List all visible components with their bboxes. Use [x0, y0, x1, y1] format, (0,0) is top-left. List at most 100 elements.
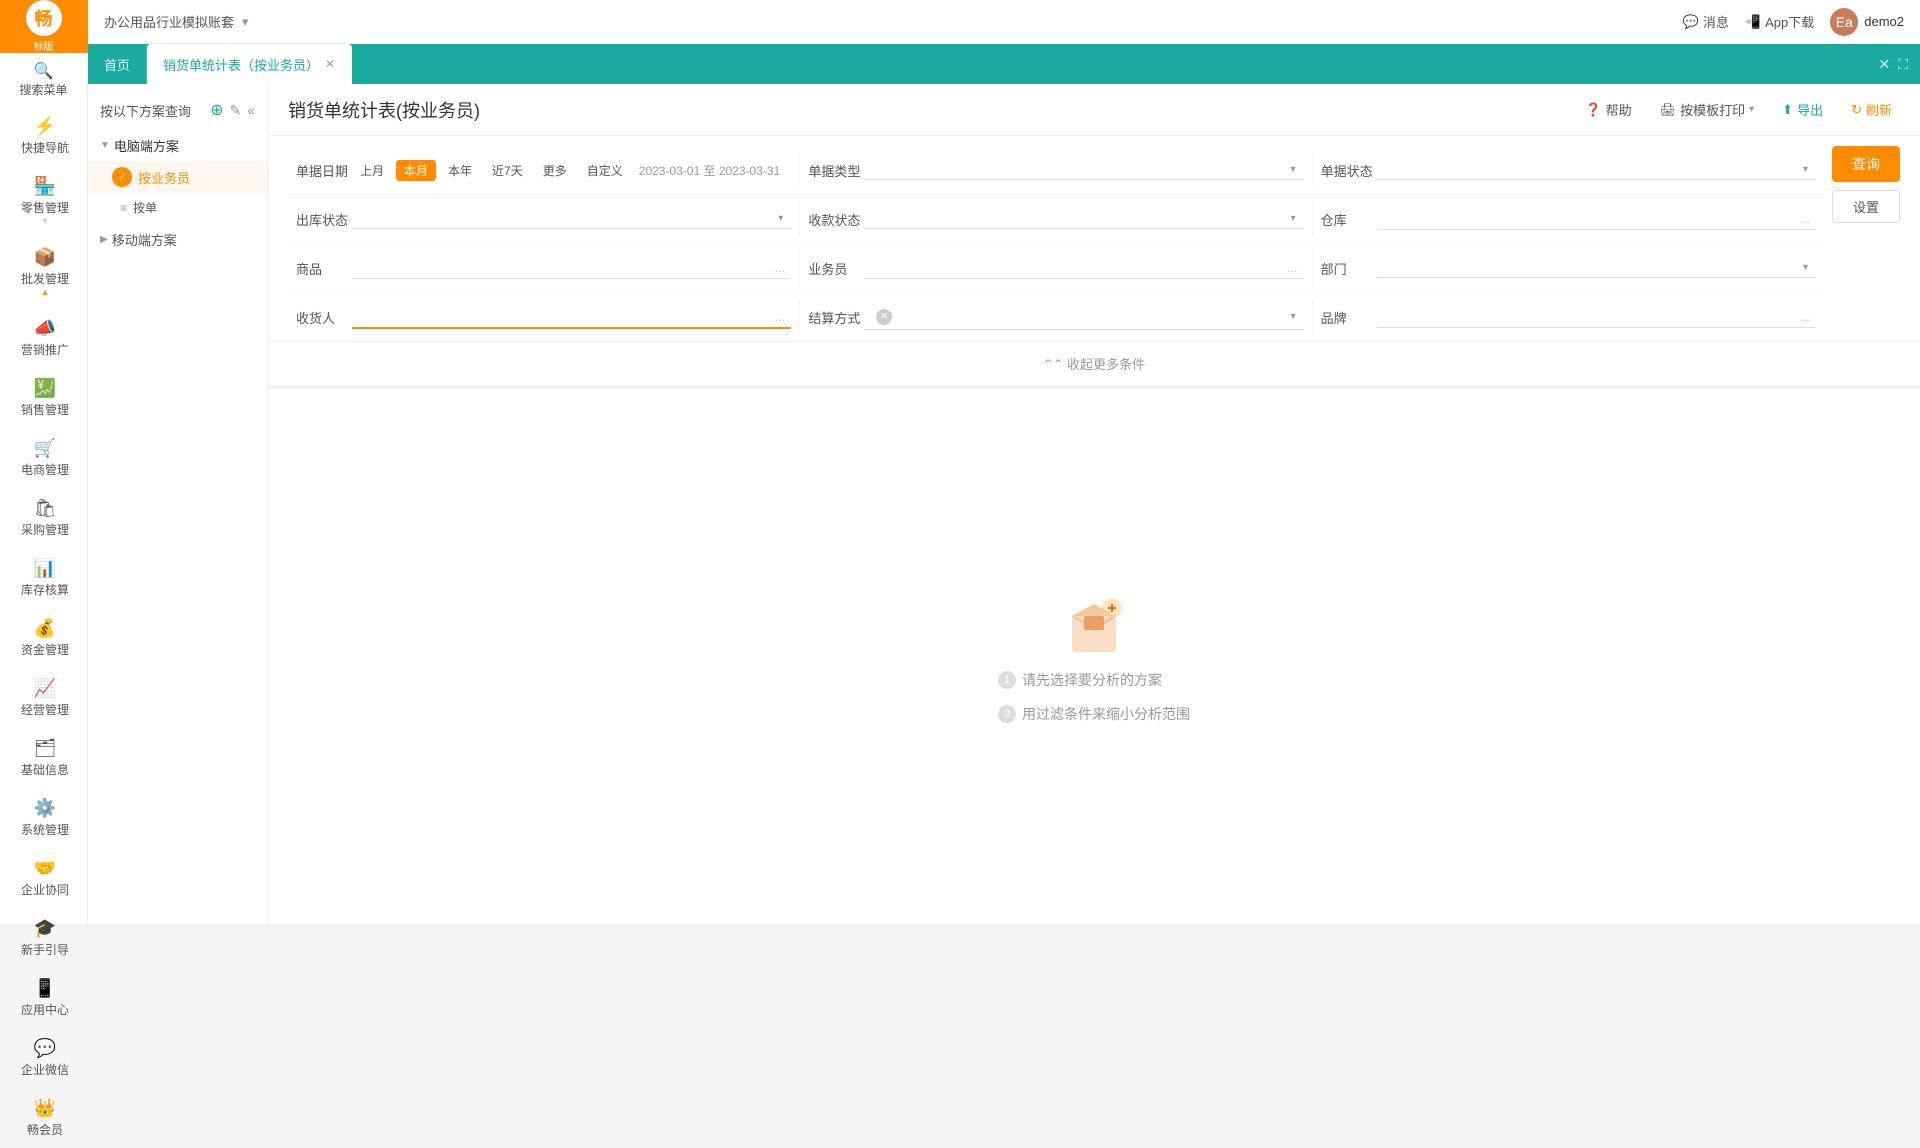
sidebar-item-quick-nav[interactable]: ⚡ 快捷导航 [0, 106, 87, 166]
message-button[interactable]: 💬 消息 [1683, 12, 1729, 31]
out-status-arrow: ▾ [778, 213, 783, 224]
collapse-button[interactable]: ⌃⌃ 收起更多条件 [1037, 348, 1151, 379]
content-area: 按以下方案查询 ⊕ ✎ « ▼ 电脑端方案 ✓ 按业务员 ≡ 按 [88, 84, 1920, 924]
tab-sales-stat[interactable]: 销货单统计表（按业务员） ✕ [147, 44, 352, 84]
sidebar-item-ops[interactable]: 📈 经营管理 [0, 668, 87, 728]
product-more: ... [774, 260, 785, 275]
scheme-parent-label: 电脑端方案 [114, 136, 179, 155]
product-select[interactable]: ... [352, 257, 791, 279]
message-icon: 💬 [1683, 14, 1699, 30]
date-tab-more[interactable]: 更多 [535, 160, 575, 181]
scheme-item-label: 按业务员 [138, 168, 190, 187]
date-tab-custom[interactable]: 自定义 [579, 160, 631, 181]
sidebar-item-purchase[interactable]: 🛍 采购管理 [0, 488, 87, 548]
title-dropdown-icon[interactable]: ▾ [242, 14, 249, 30]
filter-cell-docstatus: 单据状态 ▾ [1312, 152, 1824, 188]
sidebar-item-appcenter[interactable]: 📱 应用中心 [0, 968, 87, 1028]
docstatus-label: 单据状态 [1321, 161, 1377, 180]
sidebar-item-retail[interactable]: 🏪 零售管理 ▾ [0, 166, 87, 237]
consignee-input[interactable]: ... [352, 306, 791, 329]
salesperson-select[interactable]: ... [864, 257, 1303, 279]
page-actions: ❓ 帮助 🖨 按模板打印 ▾ ⬆ 导出 ↻ 刷新 [1577, 96, 1900, 123]
help-button[interactable]: ❓ 帮助 [1577, 96, 1639, 123]
export-button[interactable]: ⬆ 导出 [1774, 96, 1831, 123]
sidebar-item-wechat[interactable]: 💬 企业微信 [0, 1028, 87, 1088]
department-label: 部门 [1321, 259, 1377, 278]
sidebar-item-base[interactable]: 🗂 基础信息 [0, 728, 87, 788]
sidebar-item-ecommerce[interactable]: 🛒 电商管理 [0, 428, 87, 488]
doc-type-select[interactable]: ▾ [864, 160, 1303, 180]
main-area: 办公用品行业模拟账套 ▾ 💬 消息 📲 App下载 Ea demo2 首页 [88, 0, 1920, 924]
sidebar-item-member[interactable]: 👑 畅会员 [0, 1088, 87, 1148]
filter-cell-brand: 品牌 ... [1312, 299, 1824, 335]
department-select[interactable]: ▾ [1377, 258, 1816, 278]
scheme-parent-desktop[interactable]: ▼ 电脑端方案 [88, 130, 267, 161]
filter-cell-doctype: 单据类型 ▾ [799, 152, 1311, 188]
logo-text: 标版 [34, 38, 54, 53]
sidebar-item-search[interactable]: 🔍 搜索菜单 [15, 53, 71, 106]
tab-home[interactable]: 首页 [88, 44, 147, 84]
panel-add-icon[interactable]: ⊕ [210, 100, 223, 120]
sidebar-logo[interactable]: 畅 标版 [0, 0, 88, 53]
scheme-section-desktop: ▼ 电脑端方案 ✓ 按业务员 ≡ 按单 [88, 128, 267, 224]
sidebar-item-sales[interactable]: 💹 销售管理 [0, 368, 87, 428]
warehouse-select[interactable]: ... [1377, 208, 1816, 230]
left-panel: 按以下方案查询 ⊕ ✎ « ▼ 电脑端方案 ✓ 按业务员 ≡ 按 [88, 84, 268, 924]
panel-header-label: 按以下方案查询 [100, 101, 191, 120]
user-area[interactable]: Ea demo2 [1830, 8, 1904, 36]
scheme-item-by-salesperson[interactable]: ✓ 按业务员 [88, 161, 267, 193]
date-tabs: 上月 本月 本年 近7天 更多 自定义 [352, 160, 631, 181]
date-label: 单据日期 [296, 161, 352, 180]
filter-cell-warehouse: 仓库 ... [1312, 201, 1824, 237]
template-print-button[interactable]: 🖨 按模板打印 ▾ [1652, 96, 1763, 123]
tab-fullscreen-icon[interactable]: ⛶ [1898, 56, 1908, 73]
app-download-button[interactable]: 📲 App下载 [1745, 12, 1814, 31]
settlement-label: 结算方式 [808, 308, 864, 327]
setting-button[interactable]: 设置 [1832, 190, 1900, 223]
brand-select[interactable]: ... [1377, 306, 1816, 328]
out-status-select[interactable]: ▾ [352, 209, 791, 229]
app-download-icon: 📲 [1745, 14, 1761, 30]
scheme-sub-item[interactable]: ≡ 按单 [88, 193, 267, 222]
sidebar-item-newbie[interactable]: 🎓 新手引导 [0, 908, 87, 968]
doctype-label: 单据类型 [808, 161, 864, 180]
sidebar-item-system[interactable]: ⚙️ 系统管理 [0, 788, 87, 848]
avatar: Ea [1830, 8, 1858, 36]
sidebar-item-enterprise[interactable]: 🤝 企业协同 [0, 848, 87, 908]
sidebar-search-label: 搜索菜单 [19, 81, 67, 98]
collapse-label: 收起更多条件 [1067, 354, 1145, 373]
filter-cell-product: 商品 ... [288, 250, 799, 286]
date-tab-this-month[interactable]: 本月 [396, 160, 436, 181]
doc-status-select[interactable]: ▾ [1377, 160, 1816, 180]
settlement-arrow: ▾ [1291, 311, 1296, 322]
empty-tips: 1 请先选择要分析的方案 2 用过滤条件来缩小分析范围 [998, 666, 1190, 728]
date-tab-last-month[interactable]: 上月 [352, 160, 392, 181]
filter-cell-settlement: 结算方式 ✕ ▾ [799, 299, 1311, 335]
query-button[interactable]: 查询 [1832, 146, 1900, 182]
app-title: 办公用品行业模拟账套 [104, 12, 234, 31]
receipt-status-select[interactable]: ▾ [864, 209, 1303, 229]
sidebar-item-wholesale[interactable]: 📦 批发管理 ▴ [0, 237, 87, 308]
panel-edit-icon[interactable]: ✎ [229, 102, 241, 119]
date-tab-this-year[interactable]: 本年 [440, 160, 480, 181]
tip-num-2: 2 [998, 705, 1016, 723]
settlement-clear-btn[interactable]: ✕ [876, 309, 892, 325]
sidebar-item-inventory[interactable]: 📊 库存核算 [0, 548, 87, 608]
filter-row-4: 收货人 ... 结算方式 ✕ ▾ [288, 293, 1824, 341]
sidebar-item-marketing[interactable]: 📣 营销推广 [0, 308, 87, 368]
tab-close-window-icon[interactable]: ✕ [1878, 56, 1890, 73]
scheme-active-icon: ✓ [112, 167, 132, 187]
receiptstatus-label: 收款状态 [808, 210, 864, 229]
refresh-button[interactable]: ↻ 刷新 [1843, 96, 1900, 123]
mobile-expand-icon: ▶ [100, 234, 108, 245]
top-bar: 办公用品行业模拟账套 ▾ 💬 消息 📲 App下载 Ea demo2 [88, 0, 1920, 44]
filter-cell-outstatus: 出库状态 ▾ [288, 201, 799, 237]
sidebar-item-finance[interactable]: 💰 资金管理 [0, 608, 87, 668]
department-arrow: ▾ [1803, 262, 1808, 273]
filter-cell-department: 部门 ▾ [1312, 250, 1824, 286]
settlement-select[interactable]: ✕ ▾ [864, 305, 1303, 330]
date-tab-7days[interactable]: 近7天 [484, 160, 531, 181]
tab-close-button[interactable]: ✕ [325, 57, 335, 71]
panel-collapse-icon[interactable]: « [247, 102, 255, 118]
scheme-section-mobile[interactable]: ▶ 移动端方案 [88, 224, 267, 255]
